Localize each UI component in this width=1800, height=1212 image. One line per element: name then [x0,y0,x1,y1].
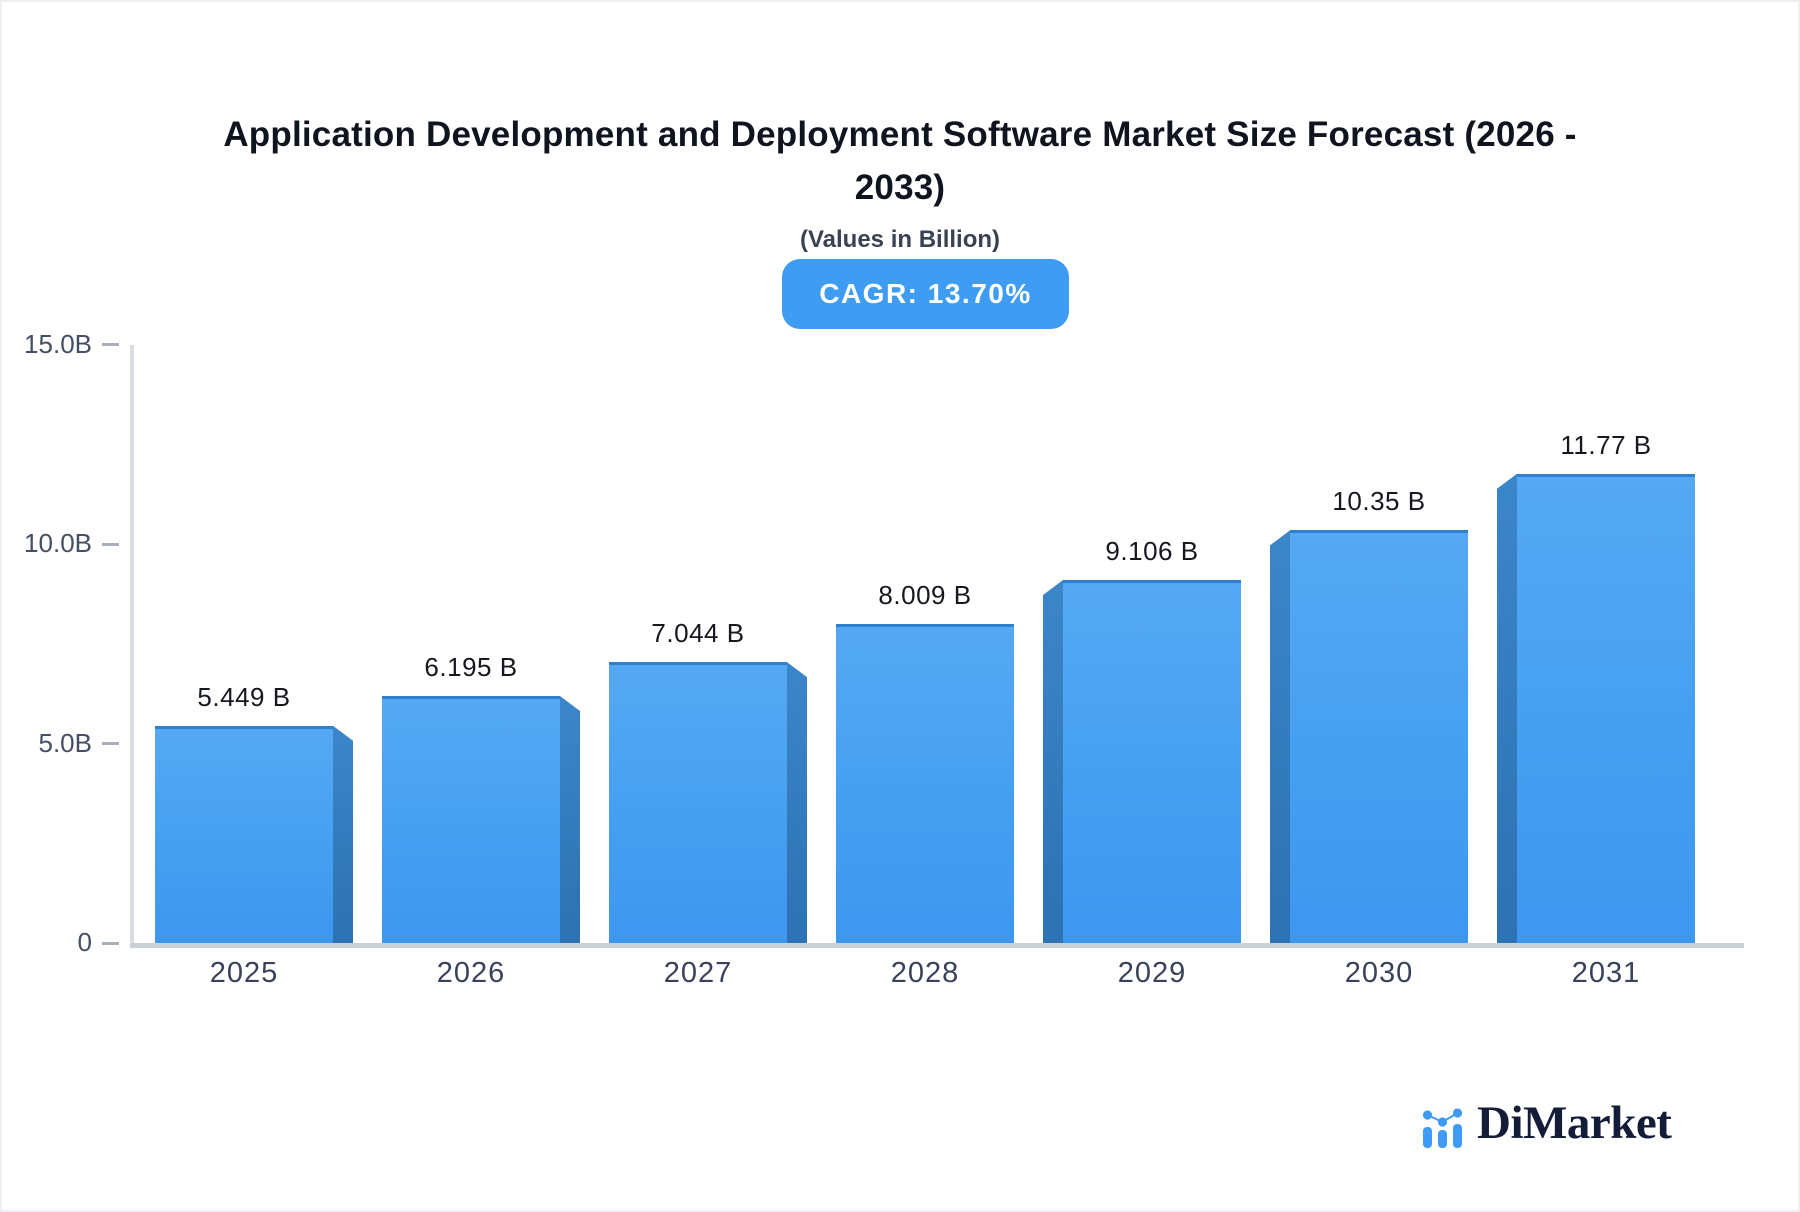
x-axis-label-2031: 2031 [1486,957,1726,990]
bar-value-label: 11.77 B [1486,430,1726,461]
chart-canvas: Application Development and Deployment S… [0,0,1800,1212]
bar-2031-side-face [1497,474,1517,943]
bar-2027 [609,662,787,943]
bar-chart: 15.0B 10.0B 5.0B 0 5.449 B 2025 6.195 B 2026 7.0… [2,2,1798,1210]
y-tick-dash [102,343,119,346]
bar-2028 [836,624,1014,943]
bar-2030-side-face [1270,530,1290,943]
bar-2029 [1063,580,1241,943]
x-axis-label-2028: 2028 [805,957,1045,990]
x-axis-label-2026: 2026 [351,957,591,990]
y-tick-dash [102,942,119,945]
y-tick-label: 15.0B [2,329,92,360]
y-tick-dash [102,742,119,745]
dimarket-logo-text: DiMarket [1477,1098,1671,1148]
y-tick-label: 10.0B [2,528,92,559]
x-axis-label-2025: 2025 [124,957,364,990]
x-axis-label-2029: 2029 [1032,957,1272,990]
bar-2027-side-face [787,662,807,943]
bar-2025-side-face [333,726,353,943]
bar-2031 [1517,474,1695,943]
x-axis-label-2027: 2027 [578,957,818,990]
bar-2026-side-face [560,696,580,943]
bar-value-label: 9.106 B [1032,536,1272,567]
y-axis-line [130,345,134,943]
bar-2029-side-face [1043,580,1063,943]
bar-value-label: 10.35 B [1259,486,1499,517]
y-tick-dash [102,543,119,546]
bar-value-label: 6.195 B [351,652,591,683]
x-axis-line [130,943,1744,948]
bar-2030 [1290,530,1468,943]
bar-2025 [155,726,333,943]
y-tick-label: 5.0B [2,728,92,759]
bar-value-label: 8.009 B [805,580,1045,611]
y-tick-label: 0 [2,927,92,958]
bar-2026 [382,696,560,943]
bar-value-label: 5.449 B [124,682,364,713]
dimarket-logo-icon [1422,1104,1464,1148]
bar-value-label: 7.044 B [578,618,818,649]
dimarket-logo: DiMarket [1422,1098,1671,1148]
x-axis-label-2030: 2030 [1259,957,1499,990]
